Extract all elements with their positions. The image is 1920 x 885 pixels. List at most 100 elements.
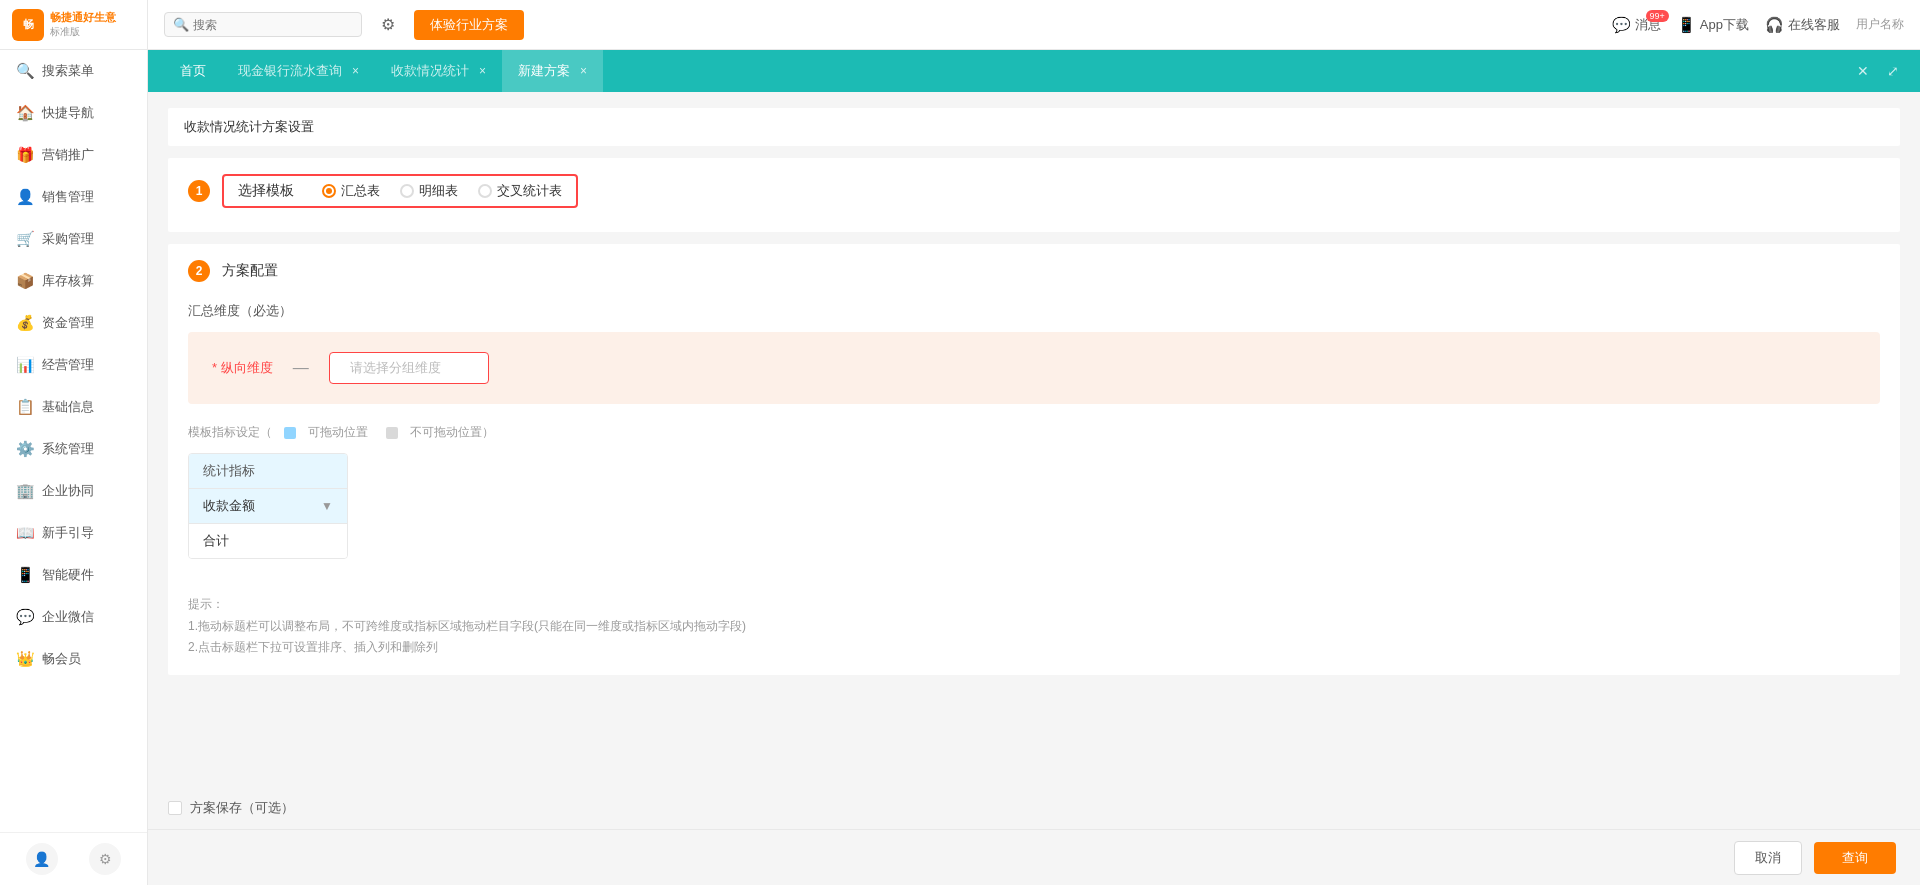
metrics-table: 统计指标 收款金额 ▼ 合计 — [188, 453, 348, 559]
step2-card: 2 方案配置 汇总维度（必选） * 纵向维度 — 请选择分组维度 模板指标设定（ — [168, 244, 1900, 675]
search-box: 🔍 — [164, 12, 362, 37]
service-label: 在线客服 — [1788, 16, 1840, 34]
save-checkbox-row: 方案保存（可选） — [168, 799, 1900, 817]
sidebar-item-finance[interactable]: 💰资金管理 — [0, 302, 147, 344]
save-section: 方案保存（可选） — [148, 787, 1920, 829]
sidebar-bottom-icon-2[interactable]: ⚙ — [89, 843, 121, 875]
tab-close-btn[interactable]: ✕ — [1852, 60, 1874, 82]
sidebar-item-sales[interactable]: 👤销售管理 — [0, 176, 147, 218]
tab-collection-stats[interactable]: 收款情况统计× — [375, 50, 502, 92]
step1-card: 1 选择模板 汇总表 明细表 交叉统计表 — [168, 158, 1900, 232]
dim-select[interactable]: 请选择分组维度 — [329, 352, 489, 384]
tab-label-bank-flow: 现金银行流水查询 — [238, 62, 342, 80]
sidebar-item-system[interactable]: ⚙️系统管理 — [0, 428, 147, 470]
tab-new-plan[interactable]: 新建方案× — [502, 50, 603, 92]
dim-row: * 纵向维度 — 请选择分组维度 — [212, 352, 1856, 384]
radio-label-detail: 明细表 — [419, 182, 458, 200]
nav-icon-inventory: 📦 — [16, 272, 34, 290]
tab-bank-flow[interactable]: 现金银行流水查询 × — [222, 50, 375, 92]
radio-custom-detail — [400, 184, 414, 198]
summary-dim-title: 汇总维度（必选） — [188, 302, 1880, 320]
sidebar-item-purchase[interactable]: 🛒 采购管理 — [0, 218, 147, 260]
step1-section: 1 选择模板 汇总表 明细表 交叉统计表 — [188, 174, 1880, 208]
trial-button[interactable]: 体验行业方案 — [414, 10, 524, 40]
settings-icon[interactable]: ⚙ — [374, 11, 402, 39]
radio-option-cross[interactable]: 交叉统计表 — [478, 182, 562, 200]
nav-icon-enterprise: 🏢 — [16, 482, 34, 500]
nav-label-sales: 销售管理 — [42, 188, 94, 206]
nav-label-marketing: 营销推广 — [42, 146, 94, 164]
metrics-hint-movable: 可拖动位置 — [308, 424, 368, 441]
save-checkbox[interactable] — [168, 801, 182, 815]
nav-label-operation: 经营管理 — [42, 356, 94, 374]
metrics-total-label-1: 合计 — [203, 533, 229, 548]
top-header: 🔍 ⚙ 体验行业方案 💬 消息 99+ 📱 App下载 🎧 在线客服 用户名称 — [148, 0, 1920, 50]
download-label: App下载 — [1700, 16, 1749, 34]
nav-icon-guide: 📖 — [16, 524, 34, 542]
sidebar-item-marketing[interactable]: 🎁营销推广 — [0, 134, 147, 176]
sidebar-item-enterprise[interactable]: 🏢 企业协同 — [0, 470, 147, 512]
nav-icon-system: ⚙️ — [16, 440, 34, 458]
sidebar-item-inventory[interactable]: 📦 库存核算 — [0, 260, 147, 302]
sidebar-logo: 畅 畅捷通好生意 标准版 — [0, 0, 147, 50]
metrics-cell-0: 收款金额 ▼ — [189, 489, 347, 524]
page-title: 收款情况统计方案设置 — [168, 108, 1900, 146]
sidebar-item-search-menu[interactable]: 🔍 搜索菜单 — [0, 50, 147, 92]
metrics-hint-fixed: 不可拖动位置） — [410, 424, 494, 441]
notification-badge: 99+ — [1646, 10, 1669, 22]
tip-item-0: 1.拖动标题栏可以调整布局，不可跨维度或指标区域拖动栏目字段(只能在同一维度或指… — [188, 616, 1880, 638]
tab-controls: ✕ ⤢ — [1852, 60, 1904, 82]
metrics-chevron-0[interactable]: ▼ — [321, 499, 333, 513]
tab-home[interactable]: 首页 — [164, 50, 222, 92]
sidebar-item-vip[interactable]: 👑畅会员 — [0, 638, 147, 680]
metrics-category-header: 统计指标 — [189, 454, 347, 489]
radio-option-summary[interactable]: 汇总表 — [322, 182, 380, 200]
dim-arrow-icon: — — [293, 359, 309, 377]
bottom-bar: 取消 查询 — [148, 829, 1920, 885]
dim-area: * 纵向维度 — 请选择分组维度 — [188, 332, 1880, 404]
nav-icon-purchase: 🛒 — [16, 230, 34, 248]
dim-label: * 纵向维度 — [212, 359, 273, 377]
nav-label-inventory: 库存核算 — [42, 272, 94, 290]
nav-label-search-menu: 搜索菜单 — [42, 62, 94, 80]
nav-label-enterprise: 企业协同 — [42, 482, 94, 500]
nav-label-guide: 新手引导 — [42, 524, 94, 542]
metrics-total-1: 合计 — [189, 524, 347, 558]
tab-expand-btn[interactable]: ⤢ — [1882, 60, 1904, 82]
nav-label-wechat: 企业微信 — [42, 608, 94, 626]
step2-header: 2 方案配置 — [188, 260, 1880, 282]
user-name[interactable]: 用户名称 — [1856, 16, 1904, 33]
sidebar-bottom-icon-1[interactable]: 👤 — [26, 843, 58, 875]
step1-circle: 1 — [188, 180, 210, 202]
service-item[interactable]: 🎧 在线客服 — [1765, 16, 1840, 34]
header-actions: 💬 消息 99+ 📱 App下载 🎧 在线客服 用户名称 — [1612, 16, 1904, 34]
sidebar-item-operation[interactable]: 📊经营管理 — [0, 344, 147, 386]
nav-icon-basic-info: 📋 — [16, 398, 34, 416]
sidebar-item-basic-info[interactable]: 📋基础信息 — [0, 386, 147, 428]
tips-section: 提示： 1.拖动标题栏可以调整布局，不可跨维度或指标区域拖动栏目字段(只能在同一维… — [188, 594, 1880, 659]
tips-label: 提示： — [188, 597, 224, 611]
sidebar-nav: 🔍 搜索菜单 🏠快捷导航🎁营销推广👤销售管理 🛒 采购管理 📦 库存核算 💰资金管理📊经营管理… — [0, 50, 147, 832]
sidebar-item-wechat[interactable]: 💬企业微信 — [0, 596, 147, 638]
sidebar-item-hardware[interactable]: 📱智能硬件 — [0, 554, 147, 596]
search-input[interactable] — [193, 18, 353, 32]
radio-option-detail[interactable]: 明细表 — [400, 182, 458, 200]
logo-text-block: 畅捷通好生意 标准版 — [50, 10, 116, 39]
tab-close-new-plan[interactable]: × — [580, 64, 587, 78]
nav-icon-search-menu: 🔍 — [16, 62, 34, 80]
tab-close-bank-flow[interactable]: × — [352, 64, 359, 78]
nav-icon-finance: 💰 — [16, 314, 34, 332]
cancel-button[interactable]: 取消 — [1734, 841, 1802, 875]
download-item[interactable]: 📱 App下载 — [1677, 16, 1749, 34]
save-label: 方案保存（可选） — [190, 799, 294, 817]
radio-label-cross: 交叉统计表 — [497, 182, 562, 200]
tab-label-home: 首页 — [180, 62, 206, 80]
notification-item[interactable]: 💬 消息 99+ — [1612, 16, 1661, 34]
fixed-dot — [386, 427, 398, 439]
query-button[interactable]: 查询 — [1814, 842, 1896, 874]
sidebar-item-quick-nav[interactable]: 🏠快捷导航 — [0, 92, 147, 134]
tip-item-1: 2.点击标题栏下拉可设置排序、插入列和删除列 — [188, 637, 1880, 659]
tab-close-collection-stats[interactable]: × — [479, 64, 486, 78]
nav-label-purchase: 采购管理 — [42, 230, 94, 248]
sidebar-item-guide[interactable]: 📖 新手引导 — [0, 512, 147, 554]
